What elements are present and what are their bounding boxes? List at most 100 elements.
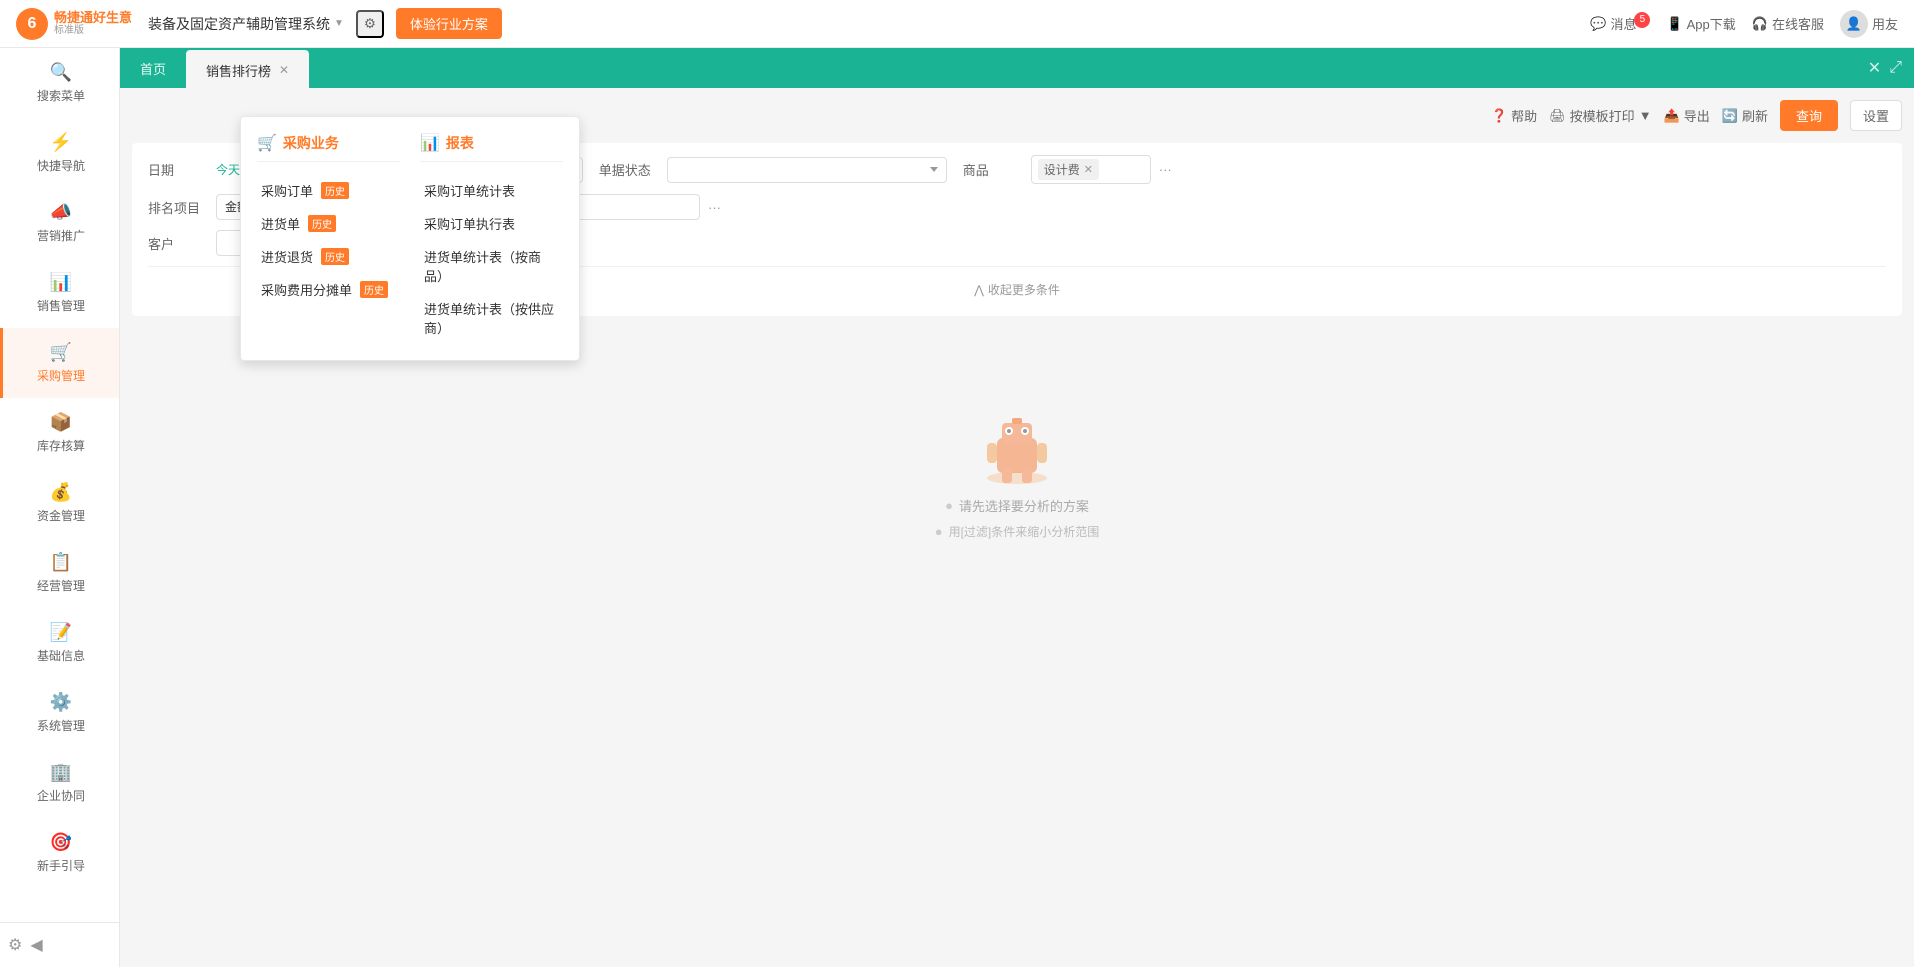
return-label: 进货退货 — [261, 247, 313, 266]
tab-maximize-btn[interactable]: ⤢ — [1889, 59, 1902, 77]
return-history[interactable]: 历史 — [321, 248, 349, 265]
tab-sales-rank-label: 销售排行榜 — [206, 61, 271, 80]
menu-item-receipt-stats-goods[interactable]: 进货单统计表（按商品） — [420, 240, 563, 292]
user-area[interactable]: 👤 用友 — [1840, 10, 1898, 38]
print-dropdown-arrow[interactable]: ▼ — [1639, 108, 1652, 123]
sidebar-item-label: 销售管理 — [37, 297, 85, 314]
app-download-btn[interactable]: 📱 App下载 — [1666, 14, 1735, 33]
purchase-business-column: 🛒 采购业务 采购订单 历史 进货单 历史 进货退货 历史 — [257, 133, 400, 344]
staff-more-dots[interactable]: ··· — [708, 200, 721, 215]
menu-item-return[interactable]: 进货退货 历史 — [257, 240, 400, 273]
sidebar-collapse-btn[interactable]: ◀ — [30, 935, 42, 955]
sidebar-item-label: 库存核算 — [37, 437, 85, 454]
sidebar-item-label: 企业协同 — [37, 787, 85, 804]
sidebar-item-label: 系统管理 — [37, 717, 85, 734]
goods-tag-close[interactable]: ✕ — [1084, 163, 1093, 176]
report-column: 📊 报表 采购订单统计表 采购订单执行表 进货单统计表（按商品） 进货单统计表（… — [420, 133, 563, 344]
receipt-label: 进货单 — [261, 214, 300, 233]
notification-badge: 5 — [1634, 12, 1650, 28]
refresh-btn[interactable]: 🔄 刷新 — [1722, 106, 1768, 125]
purchase-dropdown-menu: 🛒 采购业务 采购订单 历史 进货单 历史 进货退货 历史 — [240, 116, 580, 361]
empty-hint2: 用[过滤]条件来缩小分析范围 — [949, 523, 1100, 540]
goods-more-dots[interactable]: ··· — [1159, 162, 1172, 177]
online-service-btn[interactable]: 🎧 在线客服 — [1752, 14, 1824, 33]
export-btn[interactable]: 📤 导出 — [1664, 106, 1710, 125]
empty-illustration — [967, 408, 1067, 488]
sidebar-item-finance[interactable]: 💰 资金管理 — [0, 468, 119, 538]
menu-item-purchase-order[interactable]: 采购订单 历史 — [257, 174, 400, 207]
sales-icon: 📊 — [50, 272, 72, 293]
sidebar-item-enterprise[interactable]: 🏢 企业协同 — [0, 748, 119, 818]
query-btn[interactable]: 查询 — [1780, 100, 1838, 131]
sidebar-item-label: 采购管理 — [37, 367, 85, 384]
guide-icon: 🎯 — [50, 832, 72, 853]
app-download-label: App下载 — [1687, 14, 1736, 33]
menu-item-receipt[interactable]: 进货单 历史 — [257, 207, 400, 240]
settings-icon-btn[interactable]: ⚙ — [356, 10, 384, 38]
menu-item-order-stats[interactable]: 采购订单统计表 — [420, 174, 563, 207]
tab-sales-rank-close[interactable]: ✕ — [279, 63, 289, 77]
logo-main: 畅捷通好生意 — [54, 10, 132, 26]
empty-state: ● 请先选择要分析的方案 ● 用[过滤]条件来缩小分析范围 — [132, 328, 1902, 620]
goods-tag: 设计费 ✕ — [1038, 159, 1099, 180]
date-today[interactable]: 今天 — [216, 161, 240, 178]
industry-button[interactable]: 体验行业方案 — [396, 8, 502, 39]
receipt-history[interactable]: 历史 — [308, 215, 336, 232]
sidebar-settings-btn[interactable]: ⚙ — [8, 935, 22, 955]
sidebar-item-quick-nav[interactable]: ⚡ 快捷导航 — [0, 118, 119, 188]
collapse-btn[interactable]: ⋀ 收起更多条件 — [968, 275, 1066, 304]
empty-hint1: 请先选择要分析的方案 — [959, 496, 1089, 515]
sidebar-item-label: 搜索菜单 — [37, 87, 85, 104]
order-exec-label: 采购订单执行表 — [424, 214, 515, 233]
title-dropdown-arrow[interactable]: ▼ — [334, 18, 344, 29]
sidebar-item-guide[interactable]: 🎯 新手引导 — [0, 818, 119, 888]
menu-item-expense[interactable]: 采购费用分摊单 历史 — [257, 273, 400, 306]
logo-icon: 6 — [16, 8, 48, 40]
online-service-label: 在线客服 — [1772, 14, 1824, 33]
sidebar-item-warehouse[interactable]: 📦 库存核算 — [0, 398, 119, 468]
sidebar-item-search[interactable]: 🔍 搜索菜单 — [0, 48, 119, 118]
tab-home[interactable]: 首页 — [120, 48, 186, 88]
sidebar-item-basic[interactable]: 📝 基础信息 — [0, 608, 119, 678]
settings-btn[interactable]: 设置 — [1850, 100, 1902, 131]
phone-icon: 📱 — [1666, 16, 1682, 32]
sidebar-item-sales[interactable]: 📊 销售管理 — [0, 258, 119, 328]
sidebar-item-label: 资金管理 — [37, 507, 85, 524]
collapse-icon: ⋀ — [974, 283, 984, 297]
finance-icon: 💰 — [50, 482, 72, 503]
help-btn[interactable]: ❓ 帮助 — [1491, 106, 1537, 125]
tab-sales-rank[interactable]: 销售排行榜 ✕ — [186, 50, 309, 90]
notification-btn[interactable]: 💬 消息 5 — [1590, 14, 1650, 33]
logo-text: 畅捷通好生意 标准版 — [54, 10, 132, 38]
tab-home-label: 首页 — [140, 59, 166, 78]
user-name: 用友 — [1872, 14, 1898, 33]
sidebar-item-marketing[interactable]: 📣 营销推广 — [0, 188, 119, 258]
goods-label: 商品 — [963, 160, 1023, 179]
doc-status-select[interactable] — [667, 157, 947, 183]
menu-item-order-exec[interactable]: 采购订单执行表 — [420, 207, 563, 240]
sidebar-item-operation[interactable]: 📋 经营管理 — [0, 538, 119, 608]
enterprise-icon: 🏢 — [50, 762, 72, 783]
print-icon: 🖨 — [1549, 108, 1566, 124]
sidebar-bottom: ⚙ ◀ — [0, 922, 119, 967]
print-template-btn[interactable]: 🖨 按模板打印 ▼ — [1549, 106, 1651, 125]
content-area: 首页 销售排行榜 ✕ ✕ ⤢ ❓ 帮助 🖨 按模板打印 — [120, 48, 1914, 967]
expense-history[interactable]: 历史 — [360, 281, 388, 298]
warehouse-icon: 📦 — [50, 412, 72, 433]
tab-close-all-btn[interactable]: ✕ — [1868, 58, 1881, 78]
sidebar-item-system[interactable]: ⚙️ 系统管理 — [0, 678, 119, 748]
title-area[interactable]: 装备及固定资产辅助管理系统 ▼ — [148, 14, 344, 34]
sidebar-item-label: 基础信息 — [37, 647, 85, 664]
top-header: 6 畅捷通好生意 标准版 装备及固定资产辅助管理系统 ▼ ⚙ 体验行业方案 💬 … — [0, 0, 1914, 48]
purchase-order-history[interactable]: 历史 — [321, 182, 349, 199]
rank-label: 排名项目 — [148, 198, 208, 217]
system-icon: ⚙️ — [50, 692, 72, 713]
tab-bar-right: ✕ ⤢ — [1868, 58, 1914, 78]
expense-label: 采购费用分摊单 — [261, 280, 352, 299]
report-column-header: 📊 报表 — [420, 133, 563, 162]
doc-status-filter: 单据状态 — [599, 157, 947, 183]
menu-item-receipt-stats-supplier[interactable]: 进货单统计表（按供应商） — [420, 292, 563, 344]
sidebar-item-purchase[interactable]: 🛒 采购管理 — [0, 328, 119, 398]
sidebar-item-label: 经营管理 — [37, 577, 85, 594]
goods-filter: 商品 设计费 ✕ ··· — [963, 155, 1172, 184]
